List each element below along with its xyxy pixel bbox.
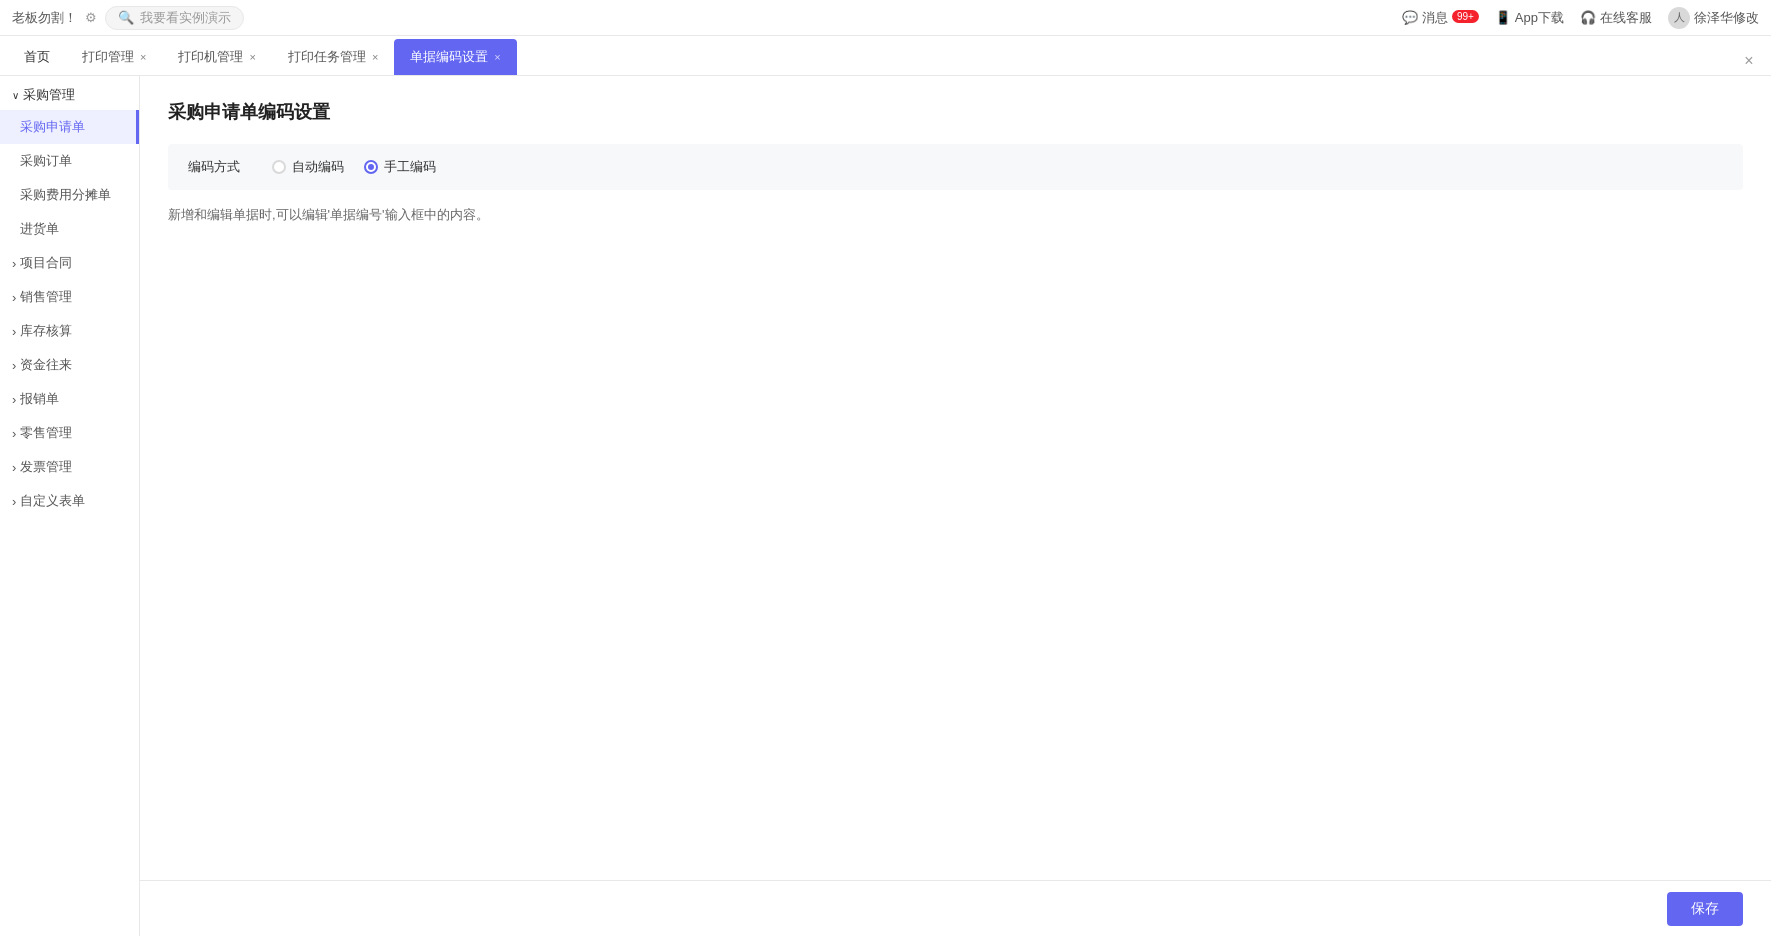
encoding-radio-group: 自动编码 手工编码 bbox=[272, 158, 436, 176]
radio-auto-text: 自动编码 bbox=[292, 158, 344, 176]
search-bar[interactable]: 🔍 我要看实例演示 bbox=[105, 6, 244, 30]
app-download-label: App下载 bbox=[1515, 9, 1564, 27]
encoding-label: 编码方式 bbox=[188, 158, 248, 176]
chevron-right-icon bbox=[12, 324, 16, 339]
sidebar-item-purchase-order-label: 采购订单 bbox=[20, 152, 72, 170]
tab-serial-config[interactable]: 单据编码设置 × bbox=[394, 39, 516, 75]
tab-print-task-mgmt[interactable]: 打印任务管理 × bbox=[272, 39, 394, 75]
sidebar-group-project-contract-label: 项目合同 bbox=[20, 254, 72, 272]
sidebar-group-project-contract[interactable]: 项目合同 bbox=[0, 246, 139, 280]
radio-manual-text: 手工编码 bbox=[384, 158, 436, 176]
tab-serial-config-close[interactable]: × bbox=[494, 51, 500, 63]
content-footer: 保存 bbox=[140, 880, 1771, 936]
top-bar-left: 老板勿割！ ⚙ 🔍 我要看实例演示 bbox=[12, 6, 244, 30]
app-icon: 📱 bbox=[1495, 10, 1511, 25]
chevron-down-icon: ∨ bbox=[12, 90, 19, 101]
app-download-button[interactable]: 📱 App下载 bbox=[1495, 9, 1564, 27]
chevron-right-icon bbox=[12, 392, 16, 407]
settings-icon[interactable]: ⚙ bbox=[85, 10, 97, 25]
tab-print-task-mgmt-label: 打印任务管理 bbox=[288, 48, 366, 66]
search-text[interactable]: 我要看实例演示 bbox=[140, 9, 231, 27]
encoding-section: 编码方式 自动编码 手工编码 bbox=[168, 144, 1743, 190]
sidebar-group-invoice-mgmt[interactable]: 发票管理 bbox=[0, 450, 139, 484]
sidebar-group-return-label: 报销单 bbox=[20, 390, 59, 408]
tab-printer-mgmt-close[interactable]: × bbox=[249, 51, 255, 63]
chevron-right-icon bbox=[12, 256, 16, 271]
sidebar-group-sales-mgmt-label: 销售管理 bbox=[20, 288, 72, 306]
chevron-right-icon bbox=[12, 290, 16, 305]
message-badge: 99+ bbox=[1452, 10, 1479, 23]
sidebar-group-custom-form-label: 自定义表单 bbox=[20, 492, 85, 510]
content-inner: 采购申请单编码设置 编码方式 自动编码 手工编码 新增和编辑单据时,可以编辑'单… bbox=[140, 76, 1771, 880]
panel-close-button[interactable]: × bbox=[1735, 47, 1763, 75]
sidebar-group-custom-form[interactable]: 自定义表单 bbox=[0, 484, 139, 518]
sidebar-group-finance[interactable]: 资金往来 bbox=[0, 348, 139, 382]
tab-print-mgmt[interactable]: 打印管理 × bbox=[66, 39, 162, 75]
top-bar-right: 💬 消息 99+ 📱 App下载 🎧 在线客服 人 徐泽华修改 bbox=[1402, 7, 1759, 29]
message-button[interactable]: 💬 消息 99+ bbox=[1402, 9, 1479, 27]
online-service-label: 在线客服 bbox=[1600, 9, 1652, 27]
encoding-description: 新增和编辑单据时,可以编辑'单据编号'输入框中的内容。 bbox=[168, 206, 1743, 224]
sidebar-item-purchase-requisition-label: 采购申请单 bbox=[20, 118, 85, 136]
user-name: 徐泽华修改 bbox=[1694, 9, 1759, 27]
chevron-right-icon bbox=[12, 494, 16, 509]
sidebar-group-finance-label: 资金往来 bbox=[20, 356, 72, 374]
top-bar-logo-text: 老板勿割！ bbox=[12, 9, 77, 27]
user-menu[interactable]: 人 徐泽华修改 bbox=[1668, 7, 1759, 29]
sidebar-item-purchase-requisition[interactable]: 采购申请单 bbox=[0, 110, 139, 144]
chevron-right-icon bbox=[12, 460, 16, 475]
sidebar-group-retail-mgmt[interactable]: 零售管理 bbox=[0, 416, 139, 450]
sidebar-item-purchase-expense[interactable]: 采购费用分摊单 bbox=[0, 178, 139, 212]
sidebar-item-purchase-expense-label: 采购费用分摊单 bbox=[20, 186, 111, 204]
headset-icon: 🎧 bbox=[1580, 10, 1596, 25]
message-icon: 💬 bbox=[1402, 10, 1418, 25]
tab-print-mgmt-close[interactable]: × bbox=[140, 51, 146, 63]
tab-printer-mgmt[interactable]: 打印机管理 × bbox=[162, 39, 271, 75]
online-service-button[interactable]: 🎧 在线客服 bbox=[1580, 9, 1652, 27]
top-bar: 老板勿割！ ⚙ 🔍 我要看实例演示 💬 消息 99+ 📱 App下载 🎧 在线客… bbox=[0, 0, 1771, 36]
sidebar-group-retail-mgmt-label: 零售管理 bbox=[20, 424, 72, 442]
save-button[interactable]: 保存 bbox=[1667, 892, 1743, 926]
radio-manual-label[interactable]: 手工编码 bbox=[364, 158, 436, 176]
sidebar: ∨ 采购管理 采购申请单 采购订单 采购费用分摊单 进货单 项目合同 销售管理 bbox=[0, 76, 140, 936]
sidebar-group-purchase-title[interactable]: ∨ 采购管理 bbox=[0, 76, 139, 110]
chevron-right-icon bbox=[12, 358, 16, 373]
chevron-right-icon bbox=[12, 426, 16, 441]
tab-print-task-mgmt-close[interactable]: × bbox=[372, 51, 378, 63]
sidebar-group-purchase-label: 采购管理 bbox=[23, 86, 75, 104]
tab-home-label: 首页 bbox=[24, 48, 50, 66]
sidebar-item-stock-in-label: 进货单 bbox=[20, 220, 59, 238]
sidebar-group-invoice-mgmt-label: 发票管理 bbox=[20, 458, 72, 476]
sidebar-group-sales-mgmt[interactable]: 销售管理 bbox=[0, 280, 139, 314]
sidebar-item-stock-in[interactable]: 进货单 bbox=[0, 212, 139, 246]
tab-home[interactable]: 首页 bbox=[8, 39, 66, 75]
page-title: 采购申请单编码设置 bbox=[168, 100, 1743, 124]
radio-auto-circle[interactable] bbox=[272, 160, 286, 174]
sidebar-group-purchase: ∨ 采购管理 采购申请单 采购订单 采购费用分摊单 进货单 bbox=[0, 76, 139, 246]
tab-serial-config-label: 单据编码设置 bbox=[410, 48, 488, 66]
sidebar-group-inventory-label: 库存核算 bbox=[20, 322, 72, 340]
message-label: 消息 bbox=[1422, 9, 1448, 27]
sidebar-group-inventory[interactable]: 库存核算 bbox=[0, 314, 139, 348]
radio-manual-circle[interactable] bbox=[364, 160, 378, 174]
sidebar-group-return[interactable]: 报销单 bbox=[0, 382, 139, 416]
tab-bar: 首页 打印管理 × 打印机管理 × 打印任务管理 × 单据编码设置 × × bbox=[0, 36, 1771, 76]
radio-auto-label[interactable]: 自动编码 bbox=[272, 158, 344, 176]
search-icon: 🔍 bbox=[118, 10, 134, 25]
avatar: 人 bbox=[1668, 7, 1690, 29]
main-layout: ∨ 采购管理 采购申请单 采购订单 采购费用分摊单 进货单 项目合同 销售管理 bbox=[0, 76, 1771, 936]
content-area: 采购申请单编码设置 编码方式 自动编码 手工编码 新增和编辑单据时,可以编辑'单… bbox=[140, 76, 1771, 936]
sidebar-item-purchase-order[interactable]: 采购订单 bbox=[0, 144, 139, 178]
tab-print-mgmt-label: 打印管理 bbox=[82, 48, 134, 66]
tab-printer-mgmt-label: 打印机管理 bbox=[178, 48, 243, 66]
